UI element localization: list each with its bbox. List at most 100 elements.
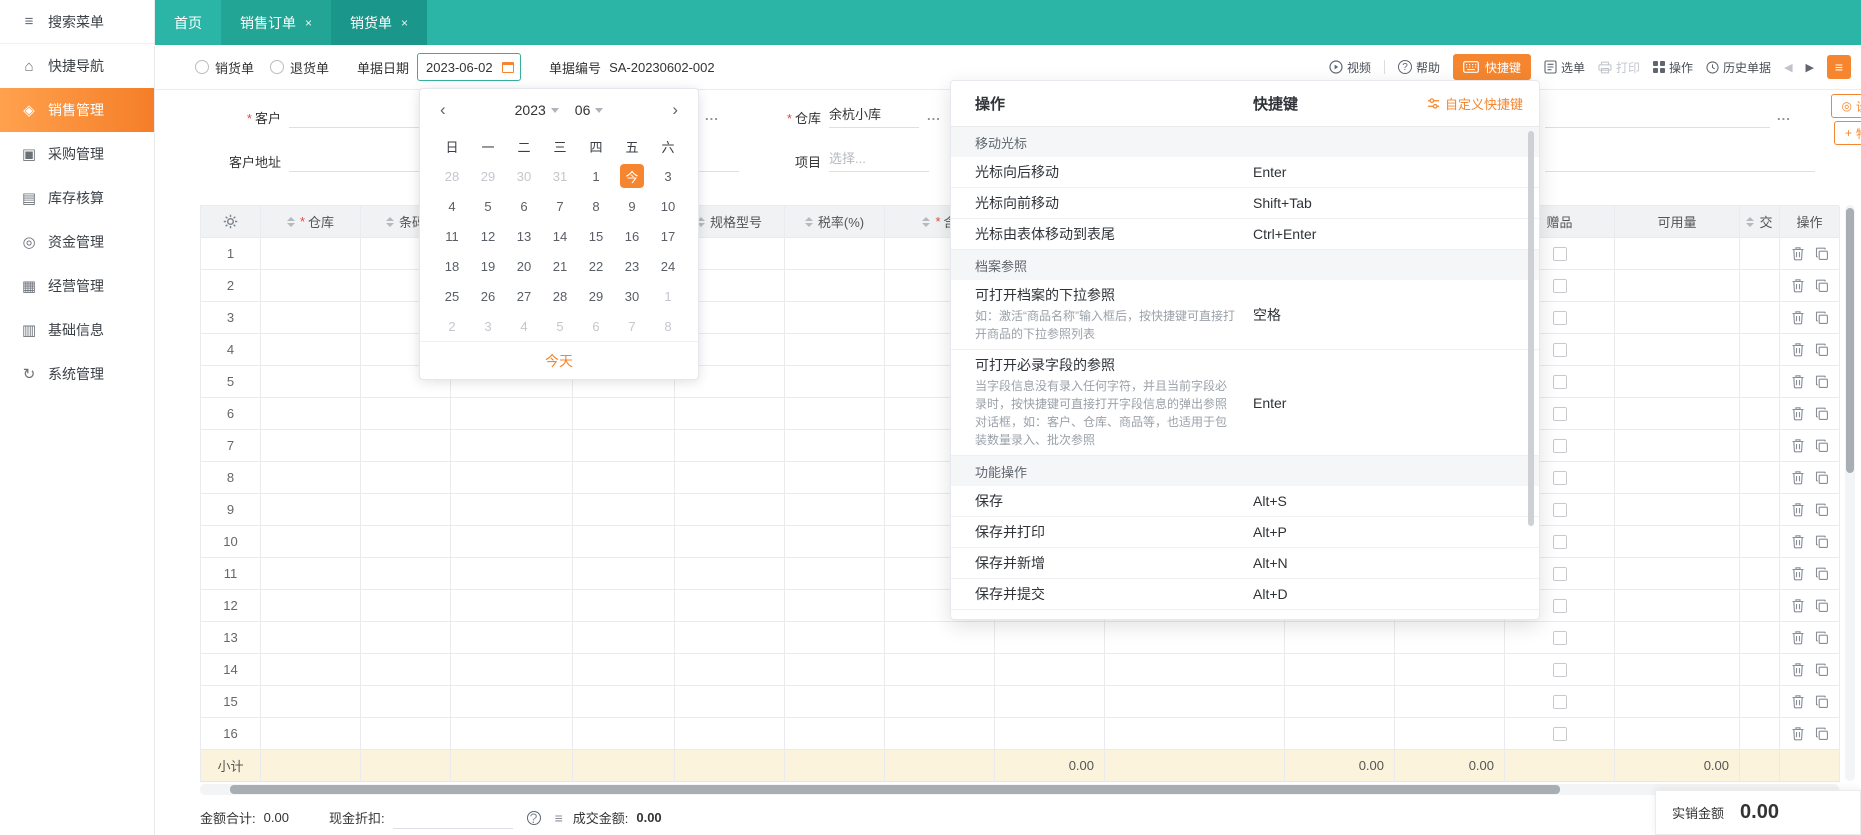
sidebar-item-sales[interactable]: ◈ 销售管理 bbox=[0, 88, 154, 132]
table-cell[interactable] bbox=[1740, 270, 1780, 302]
popup-scrollbar-thumb[interactable] bbox=[1528, 131, 1534, 527]
delete-row-icon[interactable] bbox=[1791, 566, 1805, 581]
table-cell[interactable] bbox=[1740, 398, 1780, 430]
table-cell[interactable] bbox=[451, 558, 573, 590]
operations-button[interactable]: 操作 bbox=[1653, 59, 1693, 76]
table-cell[interactable] bbox=[675, 398, 785, 430]
calendar-day-cell[interactable]: 29 bbox=[470, 161, 506, 191]
info-icon[interactable]: ? bbox=[526, 810, 541, 826]
gift-checkbox[interactable] bbox=[1552, 342, 1567, 357]
table-cell[interactable] bbox=[573, 526, 675, 558]
calendar-day-cell[interactable]: 1 bbox=[650, 281, 686, 311]
table-cell[interactable] bbox=[885, 686, 995, 718]
gift-checkbox[interactable] bbox=[1552, 310, 1567, 325]
table-cell[interactable] bbox=[261, 654, 361, 686]
calendar-day-cell[interactable]: 28 bbox=[434, 161, 470, 191]
copy-row-icon[interactable] bbox=[1815, 599, 1829, 613]
calendar-day-cell[interactable]: 6 bbox=[578, 311, 614, 341]
table-cell[interactable] bbox=[1615, 526, 1740, 558]
copy-row-icon[interactable] bbox=[1815, 503, 1829, 517]
more-panel-button[interactable]: ≡ bbox=[1827, 55, 1851, 79]
table-cell[interactable] bbox=[451, 686, 573, 718]
table-cell[interactable] bbox=[1740, 558, 1780, 590]
table-cell[interactable] bbox=[1615, 494, 1740, 526]
sidebar-item-business[interactable]: ▦ 经营管理 bbox=[0, 264, 154, 308]
calendar-day-cell[interactable]: 8 bbox=[650, 311, 686, 341]
date-input[interactable]: 2023-06-02 bbox=[417, 53, 522, 81]
table-cell[interactable] bbox=[261, 238, 361, 270]
table-cell[interactable] bbox=[1285, 686, 1395, 718]
gift-checkbox[interactable] bbox=[1552, 406, 1567, 421]
copy-row-icon[interactable] bbox=[1815, 311, 1829, 325]
table-cell[interactable] bbox=[451, 590, 573, 622]
logistics-cut-button[interactable]: + 物 bbox=[1833, 121, 1861, 145]
table-cell[interactable] bbox=[261, 334, 361, 366]
calendar-day-cell[interactable]: 5 bbox=[542, 311, 578, 341]
calendar-day-cell[interactable]: 8 bbox=[578, 191, 614, 221]
copy-row-icon[interactable] bbox=[1815, 535, 1829, 549]
gift-checkbox[interactable] bbox=[1552, 566, 1567, 581]
gift-checkbox[interactable] bbox=[1552, 246, 1567, 261]
gift-checkbox[interactable] bbox=[1552, 502, 1567, 517]
cash-discount-input[interactable] bbox=[392, 807, 513, 829]
today-button[interactable]: 今天 bbox=[420, 341, 698, 379]
table-cell[interactable] bbox=[1105, 622, 1285, 654]
calendar-day-cell[interactable]: 29 bbox=[578, 281, 614, 311]
tab-sales-slip[interactable]: 销货单 × bbox=[331, 0, 428, 45]
calendar-day-cell[interactable]: 12 bbox=[470, 221, 506, 251]
table-cell[interactable] bbox=[261, 398, 361, 430]
table-cell[interactable] bbox=[261, 494, 361, 526]
customize-shortcuts-link[interactable]: 自定义快捷键 bbox=[1427, 94, 1523, 113]
calendar-day-cell[interactable]: 30 bbox=[614, 281, 650, 311]
calendar-day-cell[interactable]: 14 bbox=[542, 221, 578, 251]
sidebar-item-basic-info[interactable]: ▥ 基础信息 bbox=[0, 308, 154, 352]
copy-row-icon[interactable] bbox=[1815, 695, 1829, 709]
gift-checkbox[interactable] bbox=[1552, 278, 1567, 293]
calendar-day-cell[interactable]: 11 bbox=[434, 221, 470, 251]
extra-field-input[interactable] bbox=[1545, 102, 1770, 128]
table-cell[interactable] bbox=[261, 558, 361, 590]
sidebar-item-inventory[interactable]: ▤ 库存核算 bbox=[0, 176, 154, 220]
gift-checkbox[interactable] bbox=[1552, 662, 1567, 677]
table-cell[interactable] bbox=[361, 686, 451, 718]
calendar-day-cell[interactable]: 30 bbox=[506, 161, 542, 191]
table-cell[interactable] bbox=[1740, 430, 1780, 462]
table-cell[interactable] bbox=[261, 302, 361, 334]
table-cell[interactable] bbox=[785, 494, 885, 526]
table-cell[interactable] bbox=[785, 526, 885, 558]
year-select[interactable]: 2023 bbox=[515, 102, 559, 118]
calendar-day-cell[interactable]: 7 bbox=[542, 191, 578, 221]
next-doc-icon[interactable]: ▶ bbox=[1806, 61, 1814, 74]
table-cell[interactable] bbox=[675, 654, 785, 686]
table-cell[interactable] bbox=[261, 366, 361, 398]
table-cell[interactable] bbox=[361, 558, 451, 590]
calendar-day-cell[interactable]: 3 bbox=[470, 311, 506, 341]
sidebar-item-purchase[interactable]: ▣ 采购管理 bbox=[0, 132, 154, 176]
table-cell[interactable] bbox=[1615, 654, 1740, 686]
table-cell[interactable] bbox=[1395, 654, 1505, 686]
table-cell[interactable] bbox=[1615, 686, 1740, 718]
table-cell[interactable] bbox=[1740, 494, 1780, 526]
table-cell[interactable] bbox=[675, 430, 785, 462]
sidebar-item-system[interactable]: ↻ 系统管理 bbox=[0, 352, 154, 396]
sidebar-item-search-menu[interactable]: ≡ 搜索菜单 bbox=[0, 0, 154, 44]
table-cell[interactable] bbox=[785, 590, 885, 622]
table-cell[interactable] bbox=[451, 462, 573, 494]
copy-row-icon[interactable] bbox=[1815, 343, 1829, 357]
gift-checkbox[interactable] bbox=[1552, 534, 1567, 549]
calendar-day-cell[interactable]: 4 bbox=[506, 311, 542, 341]
table-cell[interactable] bbox=[1615, 238, 1740, 270]
gift-checkbox[interactable] bbox=[1552, 598, 1567, 613]
calendar-day-cell[interactable]: 28 bbox=[542, 281, 578, 311]
prev-month-icon[interactable]: ‹ bbox=[436, 100, 450, 120]
table-cell[interactable] bbox=[1740, 686, 1780, 718]
table-cell[interactable] bbox=[451, 718, 573, 750]
table-cell[interactable] bbox=[785, 622, 885, 654]
table-cell[interactable] bbox=[785, 302, 885, 334]
delete-row-icon[interactable] bbox=[1791, 470, 1805, 485]
table-cell[interactable] bbox=[361, 590, 451, 622]
table-cell[interactable] bbox=[261, 590, 361, 622]
calendar-today-cell[interactable]: 今 bbox=[614, 161, 650, 191]
table-cell[interactable] bbox=[361, 654, 451, 686]
calendar-day-cell[interactable]: 19 bbox=[470, 251, 506, 281]
